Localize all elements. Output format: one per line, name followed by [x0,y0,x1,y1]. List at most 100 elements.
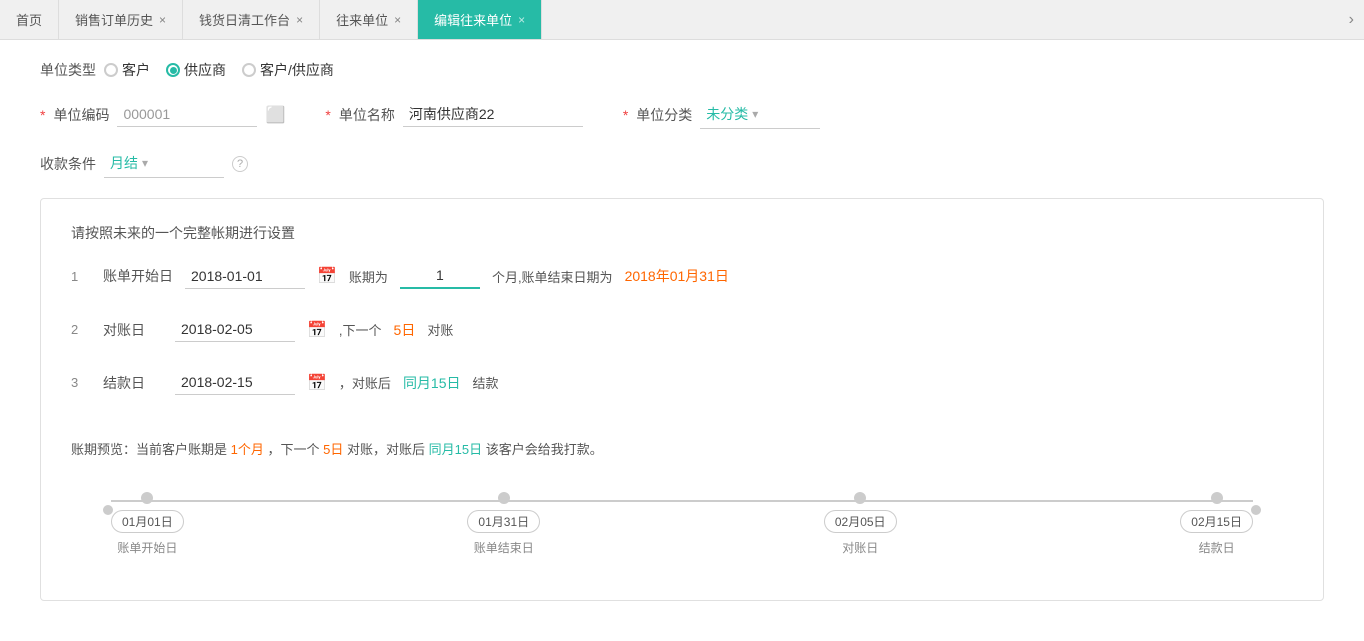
payment-help-icon[interactable]: ? [232,156,248,172]
period-num-1: 1 [71,269,91,284]
payment-group: 收款条件 月结 ▾ ? [40,149,248,178]
payment-row: 收款条件 月结 ▾ ? [40,149,1324,178]
period-row-3: 3 结款日 📅 ，对账后 同月15日 结款 [71,370,1293,395]
preview-mid1: ，下一个 [268,442,320,457]
name-group: * 单位名称 [325,102,582,127]
preview-payment-day: 同月15日 [429,442,482,457]
timeline-badge-2: 01月31日 [467,510,540,533]
period-num-2: 2 [71,322,91,337]
timeline-dot-2 [498,492,510,504]
radio-supplier[interactable]: 供应商 [166,60,226,80]
period-reconcile-day: 5日 [394,320,416,340]
radio-supplier-label: 供应商 [184,60,226,80]
timeline-dot-3 [854,492,866,504]
timeline-badge-1: 01月01日 [111,510,184,533]
timeline-dot-4 [1211,492,1223,504]
tab-home[interactable]: 首页 [0,0,59,39]
tab-expand-icon[interactable]: › [1339,11,1364,29]
code-name-category-row: * 单位编码 ⬜ * 单位名称 * 单位分类 未分类 ▾ [40,100,1324,129]
radio-customer-supplier[interactable]: 客户/供应商 [242,60,334,80]
unit-type-label: 单位类型 [40,60,96,80]
payment-dropdown-arrow-icon: ▾ [142,156,148,170]
period-desc-3a: ，对账后 [339,373,391,392]
tab-cash-workbench-label: 钱货日清工作台 [199,10,290,29]
category-label: 单位分类 [636,105,692,125]
radio-customer-label: 客户 [122,60,150,80]
tab-edit-partner-label: 编辑往来单位 [434,10,512,29]
category-group: * 单位分类 未分类 ▾ [623,100,820,129]
period-desc-1a: 账期为 [349,267,388,286]
category-dropdown[interactable]: 未分类 ▾ [700,100,820,129]
preview-text: 账期预览：当前客户账期是 1个月 ，下一个 5日 对账，对账后 同月15日 该客… [71,439,1293,458]
code-label: 单位编码 [53,105,109,125]
main-content: 单位类型 客户 供应商 客户/供应商 * 单位编码 [0,40,1364,641]
period-card: 请按照未来的一个完整帐期进行设置 1 账单开始日 📅 账期为 个月,账单结束日期… [40,198,1324,601]
timeline-points: 01月01日 账单开始日 01月31日 账单结束日 02月05日 对账日 [111,492,1253,556]
period-num-3: 3 [71,375,91,390]
timeline-dot-1 [141,492,153,504]
timeline-badge-4: 02月15日 [1180,510,1253,533]
radio-group: 客户 供应商 客户/供应商 [104,60,334,80]
timeline-label-4: 结款日 [1199,539,1235,556]
payment-value: 月结 [110,153,138,173]
timeline-badge-3: 02月05日 [824,510,897,533]
close-edit-partner-icon[interactable]: × [518,13,525,27]
payment-dropdown[interactable]: 月结 ▾ [104,149,224,178]
period-row-2: 2 对账日 📅 ,下一个 5日 对账 [71,317,1293,342]
radio-customer-circle [104,63,118,77]
tab-sales-history[interactable]: 销售订单历史 × [59,0,183,39]
name-required: * [325,107,330,123]
tab-edit-partner[interactable]: 编辑往来单位 × [418,0,542,39]
preview-end: 该客户会给我打款。 [486,442,603,457]
period-label-3: 结款日 [103,373,163,393]
unit-type-group: 单位类型 客户 供应商 客户/供应商 [40,60,334,80]
name-input[interactable] [403,102,583,127]
period-desc-2a: ,下一个 [339,320,382,339]
tab-bar: 首页 销售订单历史 × 钱货日清工作台 × 往来单位 × 编辑往来单位 × › [0,0,1364,40]
name-label: 单位名称 [339,105,395,125]
preview-mid2: 对账，对账后 [347,442,425,457]
preview-section: 账期预览：当前客户账期是 1个月 ，下一个 5日 对账，对账后 同月15日 该客… [71,423,1293,576]
period-desc-3b: 结款 [473,373,499,392]
radio-customer[interactable]: 客户 [104,60,150,80]
close-partners-icon[interactable]: × [394,13,401,27]
period-desc-1b: 个月,账单结束日期为 [492,267,613,286]
timeline: 01月01日 账单开始日 01月31日 账单结束日 02月05日 对账日 [71,482,1293,566]
period-label-1: 账单开始日 [103,266,173,286]
reconcile-date-calendar-icon[interactable]: 📅 [307,320,327,340]
tab-partners[interactable]: 往来单位 × [320,0,418,39]
payment-date-calendar-icon[interactable]: 📅 [307,373,327,393]
timeline-point-4: 02月15日 结款日 [1180,492,1253,556]
close-sales-history-icon[interactable]: × [159,13,166,27]
start-date-input[interactable] [185,264,305,289]
category-value: 未分类 [706,104,748,124]
start-date-calendar-icon[interactable]: 📅 [317,266,337,286]
period-label-2: 对账日 [103,320,163,340]
timeline-label-2: 账单结束日 [474,539,534,556]
tab-partners-label: 往来单位 [336,10,388,29]
timeline-label-1: 账单开始日 [117,539,177,556]
reconcile-date-input[interactable] [175,317,295,342]
code-group: * 单位编码 ⬜ [40,102,285,127]
radio-supplier-circle [166,63,180,77]
code-input[interactable] [117,102,257,127]
radio-customer-supplier-circle [242,63,256,77]
category-dropdown-arrow-icon: ▾ [752,107,758,121]
period-card-title: 请按照未来的一个完整帐期进行设置 [71,223,1293,243]
timeline-point-3: 02月05日 对账日 [824,492,897,556]
category-required: * [623,107,628,123]
tab-cash-workbench[interactable]: 钱货日清工作台 × [183,0,320,39]
timeline-point-2: 01月31日 账单结束日 [467,492,540,556]
payment-label: 收款条件 [40,154,96,174]
period-row-1: 1 账单开始日 📅 账期为 个月,账单结束日期为 2018年01月31日 [71,263,1293,289]
timeline-point-1: 01月01日 账单开始日 [111,492,184,556]
unit-type-row: 单位类型 客户 供应商 客户/供应商 [40,60,1324,80]
preview-label: 账期预览：当前客户账期是 [71,442,227,457]
close-cash-workbench-icon[interactable]: × [296,13,303,27]
payment-date-input[interactable] [175,370,295,395]
period-end-date: 2018年01月31日 [625,266,729,286]
code-copy-icon[interactable]: ⬜ [265,105,285,125]
months-input[interactable] [400,263,480,289]
preview-months: 1个月 [231,442,264,457]
tab-sales-history-label: 销售订单历史 [75,10,153,29]
